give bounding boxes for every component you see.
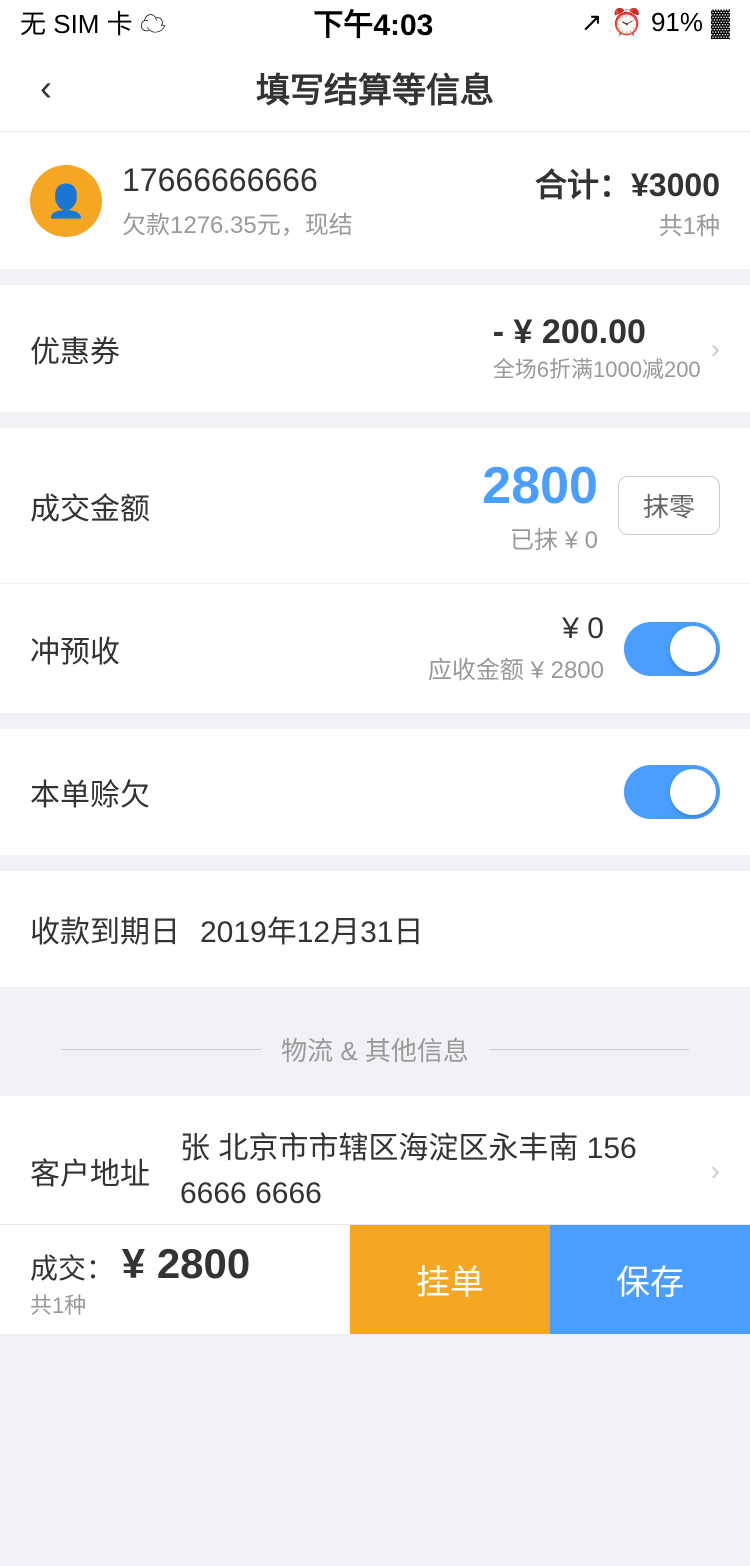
status-time: 下午4:03 xyxy=(313,0,433,44)
transaction-section: 成交金额 2800 已抹 ¥ 0 抹零 冲预收 ¥ 0 应收金额 ¥ 2800 xyxy=(0,428,750,713)
user-right: 合计：¥3000 共1种 xyxy=(535,160,720,241)
coupon-discount: - ¥ 200.00 xyxy=(493,313,701,352)
bottom-deal-amount: ¥ 2800 xyxy=(122,1240,250,1287)
prepay-info: ¥ 0 应收金额 ¥ 2800 xyxy=(428,612,604,685)
logistics-line-left xyxy=(61,1049,261,1050)
address-chevron-icon: › xyxy=(711,1155,720,1187)
location-icon: ↗ xyxy=(581,7,603,38)
total-amount: 合计：¥3000 xyxy=(535,160,720,206)
content: 👤 17666666666 欠款1276.35元，现结 合计：¥3000 共1种… xyxy=(0,132,750,1566)
status-left: 无 SIM 卡 ☁ xyxy=(20,4,166,41)
address-chevron: › xyxy=(711,1155,720,1187)
prepay-amount: ¥ 0 xyxy=(428,612,604,646)
amount-row: 成交金额 2800 已抹 ¥ 0 抹零 xyxy=(0,428,750,584)
user-debt: 欠款1276.35元，现结 xyxy=(122,205,353,240)
coupon-label: 优惠券 xyxy=(30,327,120,371)
user-phone: 17666666666 xyxy=(122,162,353,199)
back-button[interactable]: ‹ xyxy=(30,57,62,119)
logistics-line-right xyxy=(489,1049,689,1050)
coupon-right: - ¥ 200.00 全场6折满1000减200 › xyxy=(493,313,720,384)
sim-label: 无 SIM 卡 ☁ xyxy=(20,4,166,41)
debt-label: 本单赊欠 xyxy=(30,770,150,814)
coupon-row[interactable]: 优惠券 - ¥ 200.00 全场6折满1000减200 › xyxy=(0,285,750,412)
alarm-icon: ⏰ xyxy=(611,7,643,38)
avatar: 👤 xyxy=(30,165,102,237)
logistics-title: 物流 & 其他信息 xyxy=(281,1031,469,1068)
battery-icon: ▓ xyxy=(711,7,730,38)
battery-label: 91% xyxy=(651,7,703,38)
bottom-summary: 成交： ¥ 2800 共1种 xyxy=(0,1240,350,1320)
page-title: 填写结算等信息 xyxy=(256,63,494,112)
user-info: 17666666666 欠款1276.35元，现结 xyxy=(122,162,353,240)
debt-toggle-knob xyxy=(670,769,716,815)
due-date-value: 2019年12月31日 xyxy=(200,907,423,951)
amount-right: 2800 已抹 ¥ 0 抹零 xyxy=(482,456,720,555)
bottom-count: 共1种 xyxy=(30,1288,320,1320)
address-value: 张 北京市市辖区海淀区永丰南 156 6666 6666 xyxy=(180,1126,711,1216)
address-label: 客户地址 xyxy=(30,1149,150,1193)
avatar-icon: 👤 xyxy=(46,182,86,220)
due-date-label: 收款到期日 xyxy=(30,907,180,951)
round-button[interactable]: 抹零 xyxy=(618,476,720,535)
nav-bar: ‹ 填写结算等信息 xyxy=(0,44,750,132)
status-right: ↗ ⏰ 91% ▓ xyxy=(581,7,730,38)
toggle-knob xyxy=(670,626,716,672)
due-date-row: 收款到期日 2019年12月31日 xyxy=(0,871,750,987)
user-card: 👤 17666666666 欠款1276.35元，现结 合计：¥3000 共1种 xyxy=(0,132,750,269)
coupon-chevron-icon: › xyxy=(711,333,720,365)
amount-value: 2800 xyxy=(482,456,598,516)
logistics-header: 物流 & 其他信息 xyxy=(0,1003,750,1096)
total-count: 共1种 xyxy=(535,206,720,241)
status-bar: 无 SIM 卡 ☁ 下午4:03 ↗ ⏰ 91% ▓ xyxy=(0,0,750,44)
user-left: 👤 17666666666 欠款1276.35元，现结 xyxy=(30,162,353,240)
bottom-bar: 成交： ¥ 2800 共1种 挂单 保存 xyxy=(0,1224,750,1334)
prepay-label: 冲预收 xyxy=(30,627,120,671)
prepay-sub: 应收金额 ¥ 2800 xyxy=(428,650,604,685)
amount-label: 成交金额 xyxy=(30,484,150,528)
amount-sub: 已抹 ¥ 0 xyxy=(482,520,598,555)
debt-row: 本单赊欠 xyxy=(0,729,750,855)
hang-button[interactable]: 挂单 xyxy=(350,1225,550,1334)
coupon-detail: 全场6折满1000减200 xyxy=(493,352,701,384)
bottom-actions: 挂单 保存 xyxy=(350,1225,750,1334)
debt-toggle[interactable] xyxy=(624,765,720,819)
prepay-row: 冲预收 ¥ 0 应收金额 ¥ 2800 xyxy=(0,584,750,713)
bottom-deal-label: 成交： xyxy=(30,1253,114,1284)
prepay-toggle[interactable] xyxy=(624,622,720,676)
prepay-right: ¥ 0 应收金额 ¥ 2800 xyxy=(428,612,720,685)
save-button[interactable]: 保存 xyxy=(550,1225,750,1334)
